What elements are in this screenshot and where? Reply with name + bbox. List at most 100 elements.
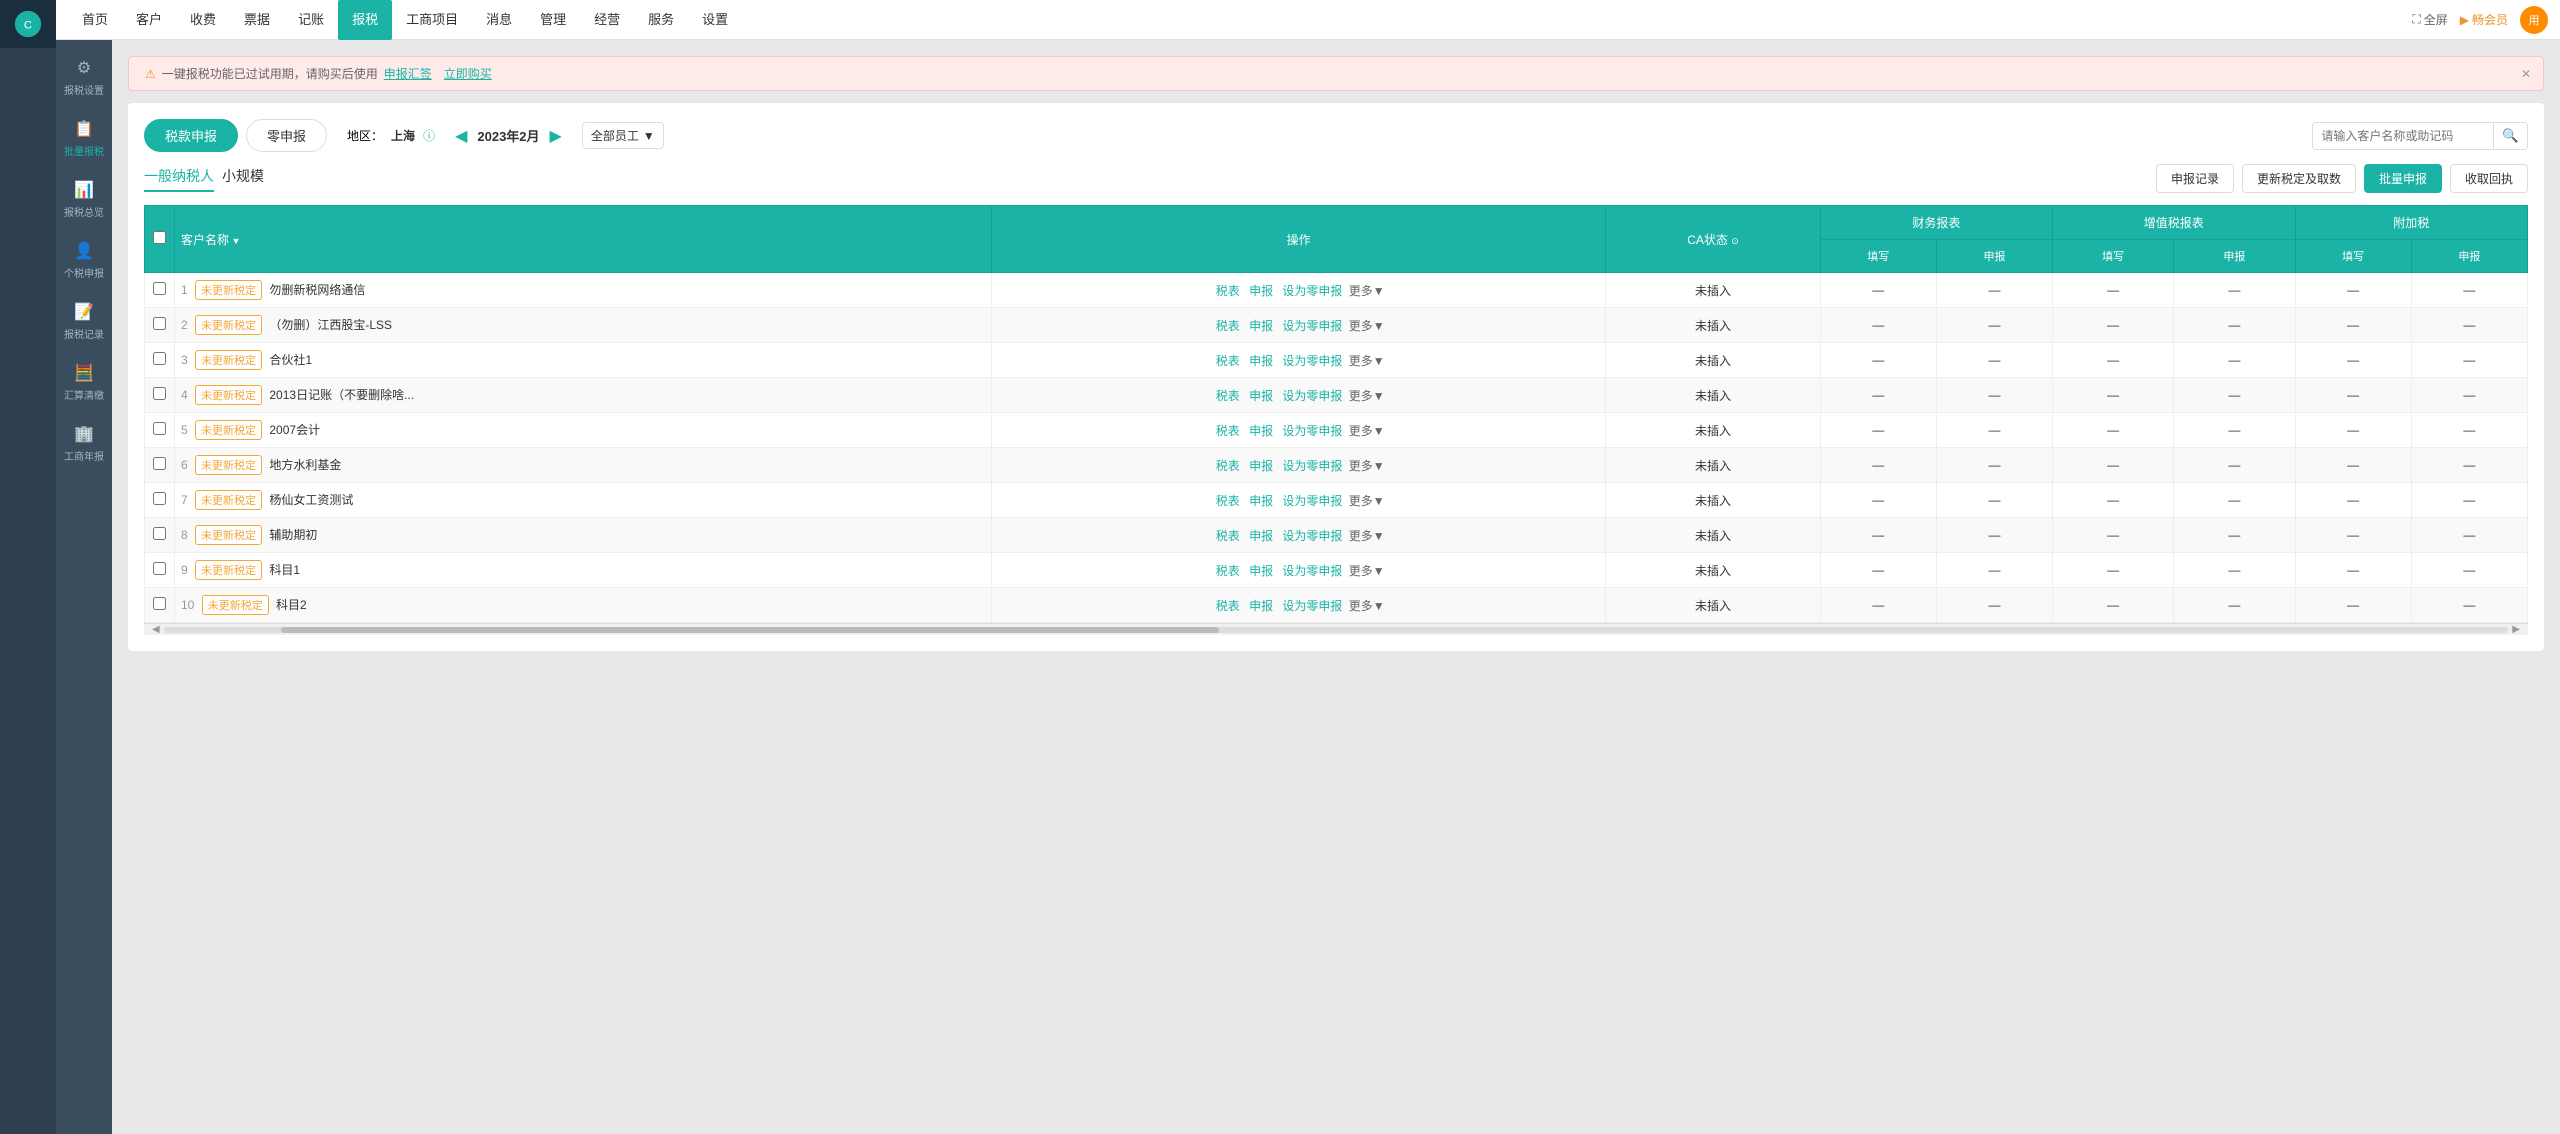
op-zero-7[interactable]: 设为零申报 bbox=[1282, 529, 1342, 543]
sidebar-item-tax-settings[interactable]: ⚙ 报税设置 bbox=[56, 48, 112, 107]
op-declare-6[interactable]: 申报 bbox=[1249, 494, 1273, 508]
nav-item-invoice[interactable]: 票据 bbox=[230, 0, 284, 40]
op-tax-table-2[interactable]: 税表 bbox=[1216, 354, 1240, 368]
tab-tax-declaration[interactable]: 税款申报 bbox=[144, 119, 238, 152]
col-header-name[interactable]: 客户名称 bbox=[175, 206, 992, 273]
op-more-0[interactable]: 更多▼ bbox=[1349, 284, 1385, 298]
tab-general-taxpayer[interactable]: 一般纳税人 bbox=[144, 166, 214, 192]
op-tax-table-6[interactable]: 税表 bbox=[1216, 494, 1240, 508]
op-zero-8[interactable]: 设为零申报 bbox=[1282, 564, 1342, 578]
date-next-button[interactable]: ▶ bbox=[546, 126, 566, 146]
op-declare-1[interactable]: 申报 bbox=[1249, 319, 1273, 333]
nav-item-customer[interactable]: 客户 bbox=[122, 0, 176, 40]
user-avatar[interactable]: 用 bbox=[2520, 6, 2548, 34]
op-tax-table-9[interactable]: 税表 bbox=[1216, 599, 1240, 613]
op-declare-0[interactable]: 申报 bbox=[1249, 284, 1273, 298]
search-button[interactable]: 🔍 bbox=[2493, 123, 2527, 149]
op-tax-table-1[interactable]: 税表 bbox=[1216, 319, 1240, 333]
op-zero-4[interactable]: 设为零申报 bbox=[1282, 424, 1342, 438]
op-more-4[interactable]: 更多▼ bbox=[1349, 424, 1385, 438]
date-prev-button[interactable]: ◀ bbox=[451, 126, 471, 146]
op-zero-3[interactable]: 设为零申报 bbox=[1282, 389, 1342, 403]
row-checkbox-5[interactable] bbox=[153, 457, 166, 470]
row-col-4-3: — bbox=[2174, 413, 2295, 448]
sidebar-item-annual-settle[interactable]: 🧮 汇算清缴 bbox=[56, 353, 112, 412]
tab-small-scale[interactable]: 小规模 bbox=[222, 166, 264, 192]
op-zero-2[interactable]: 设为零申报 bbox=[1282, 354, 1342, 368]
nav-item-bookkeeping[interactable]: 记账 bbox=[284, 0, 338, 40]
nav-item-service[interactable]: 服务 bbox=[634, 0, 688, 40]
scroll-thumb[interactable] bbox=[281, 627, 1219, 633]
op-declare-8[interactable]: 申报 bbox=[1249, 564, 1273, 578]
op-more-3[interactable]: 更多▼ bbox=[1349, 389, 1385, 403]
op-zero-0[interactable]: 设为零申报 bbox=[1282, 284, 1342, 298]
nav-item-settings[interactable]: 设置 bbox=[688, 0, 742, 40]
op-tax-table-8[interactable]: 税表 bbox=[1216, 564, 1240, 578]
scroll-track[interactable] bbox=[164, 627, 2509, 633]
nav-item-tax[interactable]: 报税 bbox=[338, 0, 392, 40]
sidebar-item-business-annual[interactable]: 🏢 工商年报 bbox=[56, 414, 112, 473]
banner-close-button[interactable]: ✕ bbox=[2521, 67, 2531, 81]
op-zero-1[interactable]: 设为零申报 bbox=[1282, 319, 1342, 333]
row-checkbox-1[interactable] bbox=[153, 317, 166, 330]
nav-item-operation[interactable]: 经营 bbox=[580, 0, 634, 40]
op-tax-table-5[interactable]: 税表 bbox=[1216, 459, 1240, 473]
op-more-2[interactable]: 更多▼ bbox=[1349, 354, 1385, 368]
tab-zero-declaration[interactable]: 零申报 bbox=[246, 119, 327, 152]
sidebar-item-tax-overview[interactable]: 📊 报税总览 bbox=[56, 170, 112, 229]
op-more-5[interactable]: 更多▼ bbox=[1349, 459, 1385, 473]
op-zero-5[interactable]: 设为零申报 bbox=[1282, 459, 1342, 473]
nav-item-business[interactable]: 工商项目 bbox=[392, 0, 472, 40]
op-declare-4[interactable]: 申报 bbox=[1249, 424, 1273, 438]
sidebar-item-batch-tax[interactable]: 📋 批量报税 bbox=[56, 109, 112, 168]
op-more-1[interactable]: 更多▼ bbox=[1349, 319, 1385, 333]
row-checkbox-4[interactable] bbox=[153, 422, 166, 435]
row-checkbox-7[interactable] bbox=[153, 527, 166, 540]
region-info-icon[interactable]: ⓘ bbox=[423, 127, 435, 144]
col-header-ca: CA状态 ⊙ bbox=[1606, 206, 1820, 273]
nav-item-home[interactable]: 首页 bbox=[68, 0, 122, 40]
row-col-8-4: — bbox=[2295, 553, 2411, 588]
sidebar-item-tax-record[interactable]: 📝 报税记录 bbox=[56, 292, 112, 351]
op-declare-9[interactable]: 申报 bbox=[1249, 599, 1273, 613]
op-tax-table-3[interactable]: 税表 bbox=[1216, 389, 1240, 403]
banner-link-buy[interactable]: 立即购买 bbox=[444, 65, 492, 82]
nav-item-message[interactable]: 消息 bbox=[472, 0, 526, 40]
record-button[interactable]: 申报记录 bbox=[2156, 164, 2234, 193]
batch-icon: 📋 bbox=[74, 119, 94, 139]
scroll-right-arrow[interactable]: ▶ bbox=[2508, 624, 2524, 635]
op-declare-5[interactable]: 申报 bbox=[1249, 459, 1273, 473]
nav-item-manage[interactable]: 管理 bbox=[526, 0, 580, 40]
row-checkbox-3[interactable] bbox=[153, 387, 166, 400]
op-tax-table-7[interactable]: 税表 bbox=[1216, 529, 1240, 543]
row-checkbox-2[interactable] bbox=[153, 352, 166, 365]
op-declare-3[interactable]: 申报 bbox=[1249, 389, 1273, 403]
op-more-9[interactable]: 更多▼ bbox=[1349, 599, 1385, 613]
row-checkbox-0[interactable] bbox=[153, 282, 166, 295]
op-more-6[interactable]: 更多▼ bbox=[1349, 494, 1385, 508]
op-zero-6[interactable]: 设为零申报 bbox=[1282, 494, 1342, 508]
nav-item-billing[interactable]: 收费 bbox=[176, 0, 230, 40]
banner-link-report[interactable]: 申报汇签 bbox=[384, 65, 432, 82]
search-input[interactable] bbox=[2313, 124, 2493, 148]
horizontal-scrollbar[interactable]: ◀ ▶ bbox=[144, 623, 2528, 635]
op-declare-2[interactable]: 申报 bbox=[1249, 354, 1273, 368]
op-tax-table-4[interactable]: 税表 bbox=[1216, 424, 1240, 438]
select-all-checkbox[interactable] bbox=[153, 231, 166, 244]
op-zero-9[interactable]: 设为零申报 bbox=[1282, 599, 1342, 613]
op-tax-table-0[interactable]: 税表 bbox=[1216, 284, 1240, 298]
row-checkbox-9[interactable] bbox=[153, 597, 166, 610]
fullscreen-button[interactable]: ⛶ 全屏 bbox=[2412, 11, 2447, 28]
batch-declare-button[interactable]: 批量申报 bbox=[2364, 164, 2442, 193]
row-checkbox-8[interactable] bbox=[153, 562, 166, 575]
withdraw-button[interactable]: 收取回执 bbox=[2450, 164, 2528, 193]
op-more-7[interactable]: 更多▼ bbox=[1349, 529, 1385, 543]
op-declare-7[interactable]: 申报 bbox=[1249, 529, 1273, 543]
op-more-8[interactable]: 更多▼ bbox=[1349, 564, 1385, 578]
staff-selector[interactable]: 全部员工 ▼ bbox=[582, 122, 664, 149]
vip-button[interactable]: ▶ 畅会员 bbox=[2460, 11, 2508, 28]
sidebar-item-personal-tax[interactable]: 👤 个税申报 bbox=[56, 231, 112, 290]
scroll-left-arrow[interactable]: ◀ bbox=[148, 624, 164, 635]
row-checkbox-6[interactable] bbox=[153, 492, 166, 505]
update-button[interactable]: 更新税定及取数 bbox=[2242, 164, 2356, 193]
